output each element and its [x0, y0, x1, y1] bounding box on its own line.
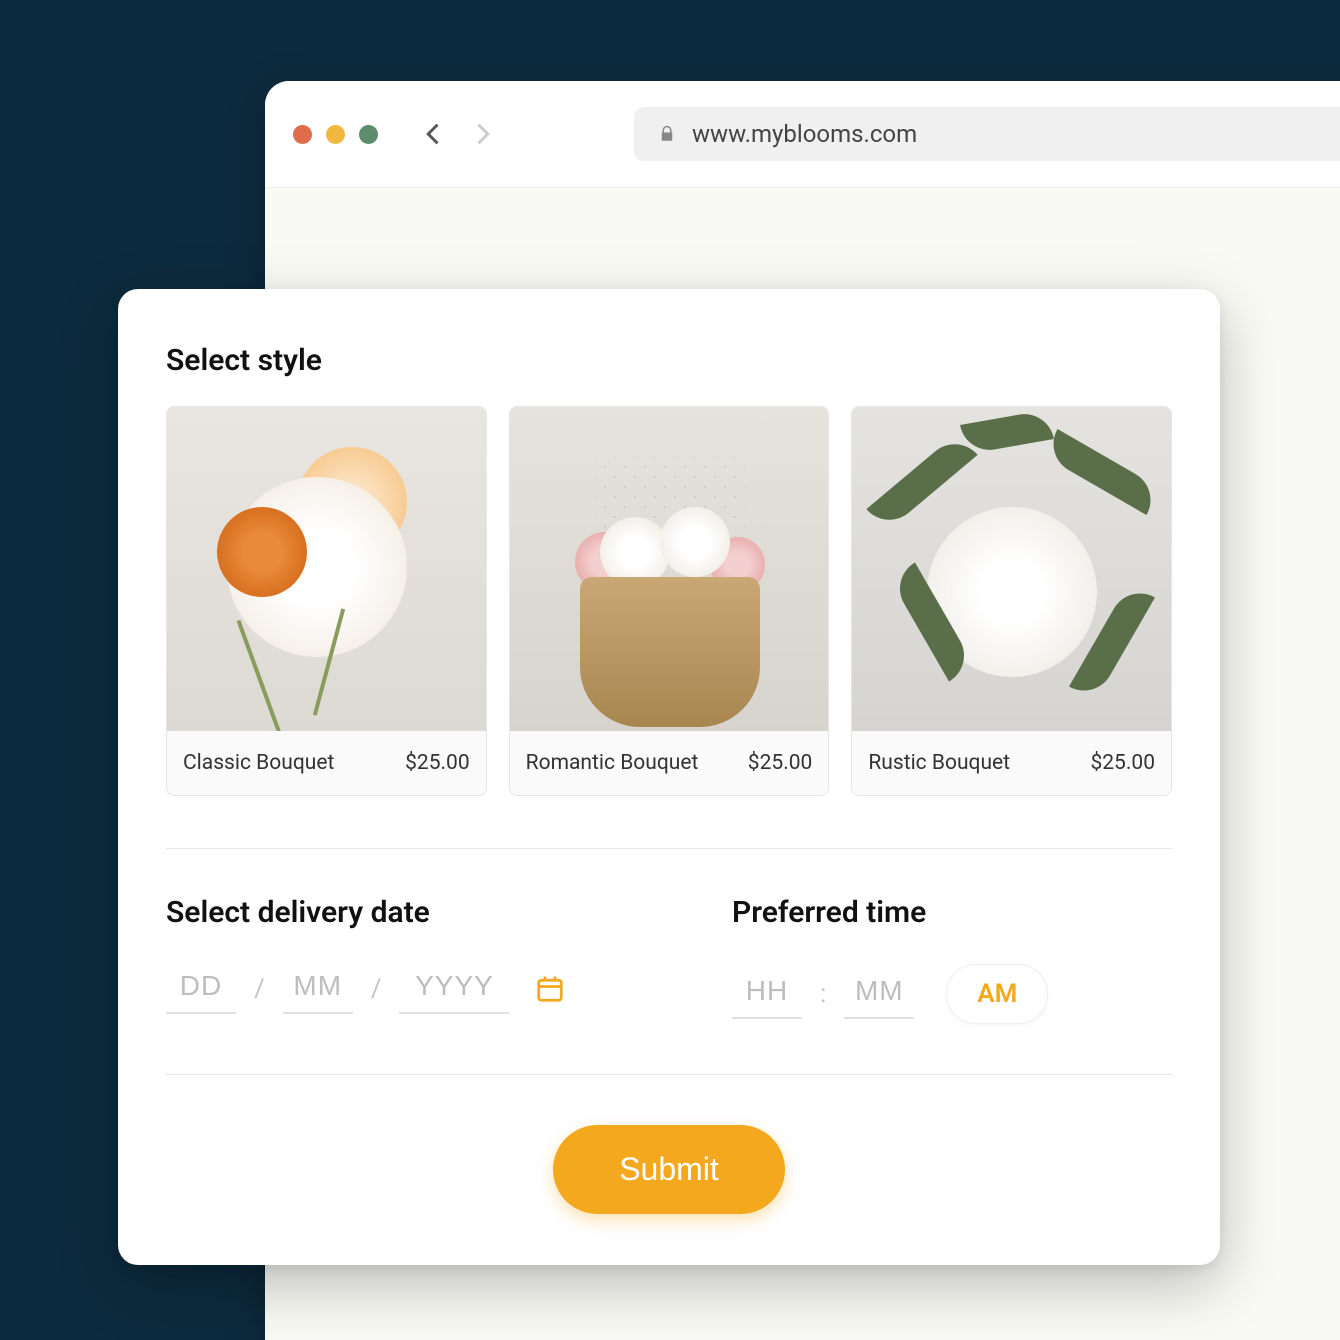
preferred-time-group: Preferred time : AM — [732, 895, 1172, 1024]
forward-icon[interactable] — [468, 120, 496, 148]
submit-row: Submit — [166, 1125, 1172, 1214]
ampm-toggle[interactable]: AM — [946, 964, 1048, 1024]
window-controls — [293, 125, 378, 144]
date-year-input[interactable] — [399, 964, 509, 1014]
product-meta: Classic Bouquet $25.00 — [167, 731, 486, 795]
product-price: $25.00 — [1090, 751, 1155, 775]
product-card-classic[interactable]: Classic Bouquet $25.00 — [166, 406, 487, 796]
time-hour-input[interactable] — [732, 969, 802, 1019]
product-card-rustic[interactable]: Rustic Bouquet $25.00 — [851, 406, 1172, 796]
browser-toolbar: www.myblooms.com — [265, 81, 1340, 188]
fields-row: Select delivery date / / Preferred — [166, 895, 1172, 1024]
product-name: Romantic Bouquet — [526, 751, 699, 775]
product-image — [510, 407, 829, 731]
style-section-title: Select style — [166, 343, 1172, 378]
product-name: Rustic Bouquet — [868, 751, 1010, 775]
maximize-window-button[interactable] — [359, 125, 378, 144]
time-inputs: : AM — [732, 964, 1172, 1024]
product-price: $25.00 — [405, 751, 470, 775]
product-image — [852, 407, 1171, 731]
product-card-romantic[interactable]: Romantic Bouquet $25.00 — [509, 406, 830, 796]
divider — [166, 848, 1172, 849]
delivery-date-label: Select delivery date — [166, 895, 672, 930]
date-month-input[interactable] — [283, 964, 353, 1014]
date-separator: / — [254, 974, 265, 1004]
delivery-date-group: Select delivery date / / — [166, 895, 672, 1024]
date-separator: / — [371, 974, 382, 1004]
product-meta: Romantic Bouquet $25.00 — [510, 731, 829, 795]
divider — [166, 1074, 1172, 1075]
calendar-icon — [535, 974, 565, 1004]
product-price: $25.00 — [748, 751, 813, 775]
submit-button[interactable]: Submit — [553, 1125, 785, 1214]
product-meta: Rustic Bouquet $25.00 — [852, 731, 1171, 795]
preferred-time-label: Preferred time — [732, 895, 1172, 930]
time-separator: : — [820, 979, 826, 1009]
product-name: Classic Bouquet — [183, 751, 334, 775]
lock-icon — [658, 125, 676, 143]
product-list: Classic Bouquet $25.00 Romantic Bouquet … — [166, 406, 1172, 796]
minimize-window-button[interactable] — [326, 125, 345, 144]
address-url: www.myblooms.com — [692, 120, 917, 148]
product-image — [167, 407, 486, 731]
back-icon[interactable] — [420, 120, 448, 148]
nav-arrows — [420, 120, 496, 148]
address-bar[interactable]: www.myblooms.com — [634, 107, 1340, 161]
calendar-button[interactable] — [535, 974, 565, 1004]
close-window-button[interactable] — [293, 125, 312, 144]
order-form-card: Select style Classic Bouquet $25.00 — [118, 289, 1220, 1265]
date-inputs: / / — [166, 964, 672, 1014]
time-minute-input[interactable] — [844, 969, 914, 1019]
date-day-input[interactable] — [166, 964, 236, 1014]
